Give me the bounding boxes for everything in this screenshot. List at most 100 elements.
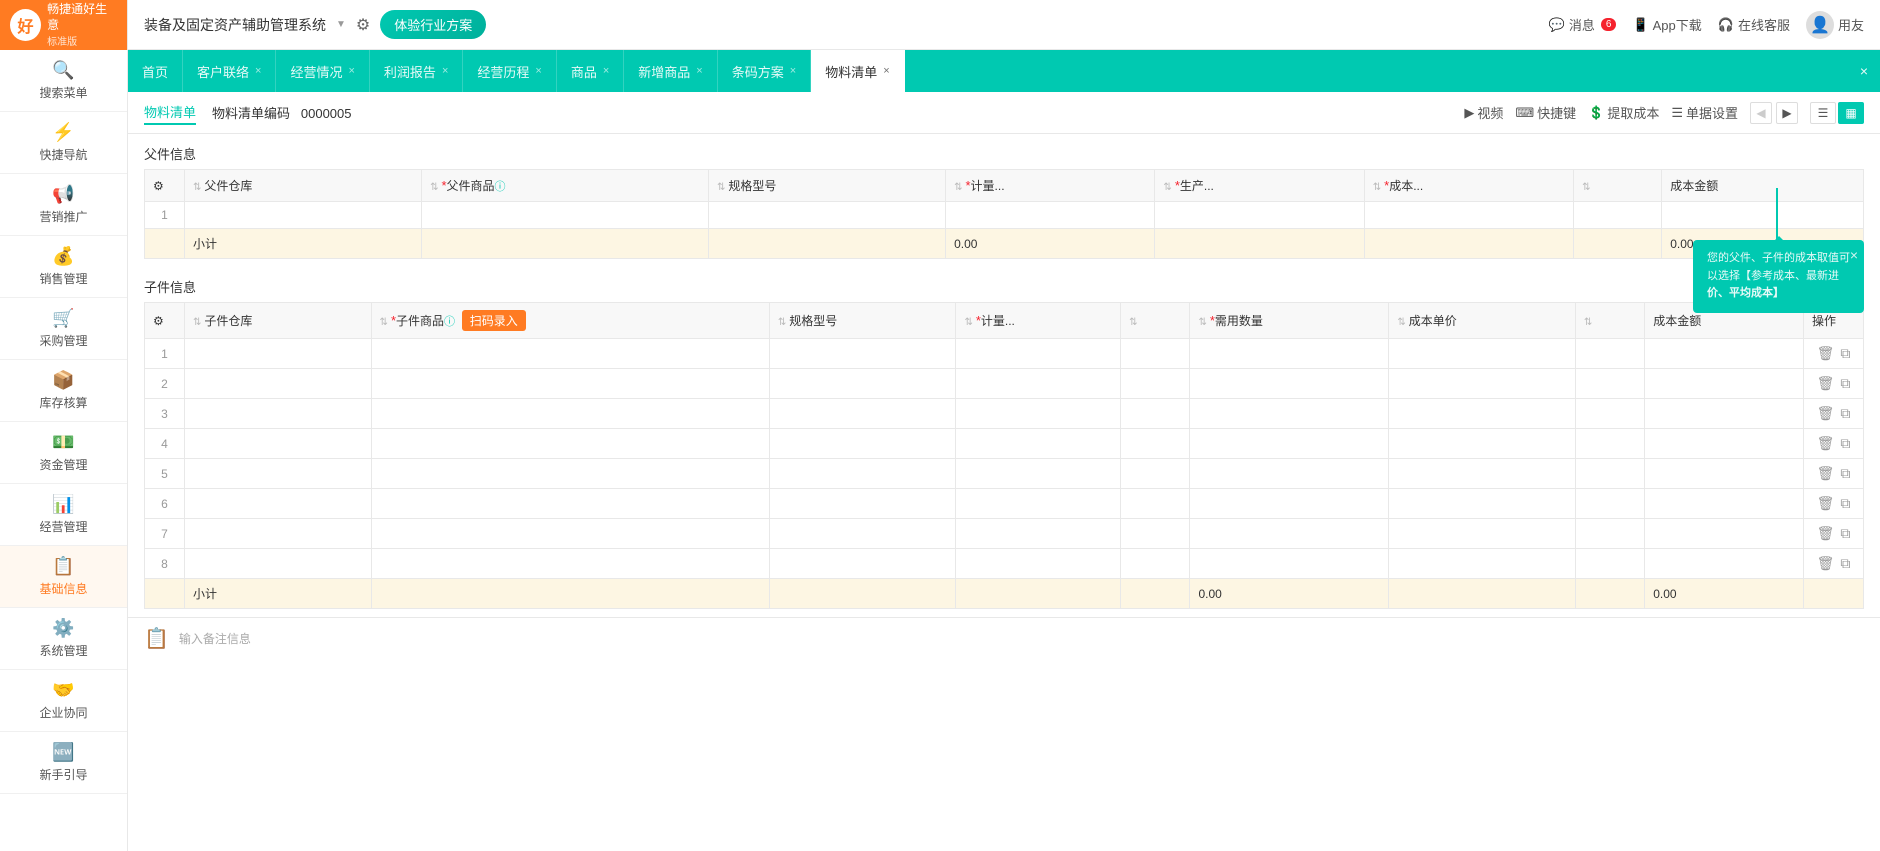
- child-row-spec[interactable]: [769, 429, 956, 459]
- tab-home[interactable]: 首页: [128, 50, 183, 92]
- child-row-unit-price[interactable]: [1389, 429, 1576, 459]
- sidebar-item-marketing[interactable]: 📢 营销推广: [0, 174, 127, 236]
- child-row-unit[interactable]: [956, 459, 1121, 489]
- child-row-warehouse[interactable]: [185, 339, 372, 369]
- tab-customer-close[interactable]: ×: [255, 65, 261, 77]
- child-row-qty[interactable]: [1190, 519, 1389, 549]
- topbar-user[interactable]: 👤 用友: [1806, 11, 1864, 39]
- tab-operations[interactable]: 经营情况 ×: [276, 50, 369, 92]
- child-row-warehouse[interactable]: [185, 459, 372, 489]
- copy-icon[interactable]: ⧉: [1840, 435, 1850, 452]
- tab-goods[interactable]: 商品 ×: [557, 50, 624, 92]
- child-row-warehouse[interactable]: [185, 399, 372, 429]
- parent-row-1-warehouse[interactable]: [185, 202, 422, 229]
- child-row-qty[interactable]: [1190, 339, 1389, 369]
- child-row-qty[interactable]: [1190, 399, 1389, 429]
- child-row-qty[interactable]: [1190, 429, 1389, 459]
- child-row-unit-price[interactable]: [1389, 489, 1576, 519]
- copy-icon[interactable]: ⧉: [1840, 465, 1850, 482]
- tab-barcode-close[interactable]: ×: [790, 65, 796, 77]
- tab-new-goods[interactable]: 新增商品 ×: [624, 50, 717, 92]
- child-row-goods[interactable]: [371, 429, 769, 459]
- sidebar-item-operations[interactable]: 📊 经营管理: [0, 484, 127, 546]
- next-arrow[interactable]: ▶: [1776, 102, 1798, 124]
- trial-button[interactable]: 体验行业方案: [380, 10, 486, 39]
- tab-customer[interactable]: 客户联络 ×: [183, 50, 276, 92]
- delete-icon[interactable]: 🗑: [1817, 465, 1835, 482]
- cost-btn[interactable]: 💲 提取成本: [1588, 103, 1659, 122]
- topbar-settings-icon[interactable]: ⚙: [356, 15, 370, 35]
- parent-row-1-prod[interactable]: [1155, 202, 1364, 229]
- child-row-unit-price[interactable]: [1389, 369, 1576, 399]
- system-dropdown-arrow[interactable]: ▼: [336, 19, 346, 30]
- tab-profit[interactable]: 利润报告 ×: [370, 50, 463, 92]
- child-th-settings[interactable]: ⚙: [145, 303, 185, 339]
- tab-barcode[interactable]: 条码方案 ×: [718, 50, 811, 92]
- child-row-warehouse[interactable]: [185, 429, 372, 459]
- child-row-unit[interactable]: [956, 399, 1121, 429]
- child-row-unit[interactable]: [956, 519, 1121, 549]
- child-row-goods[interactable]: [371, 549, 769, 579]
- child-row-unit-price[interactable]: [1389, 399, 1576, 429]
- sub-tab-bom[interactable]: 物料清单: [144, 100, 196, 125]
- child-row-goods[interactable]: [371, 399, 769, 429]
- copy-icon[interactable]: ⧉: [1840, 345, 1850, 362]
- child-row-unit[interactable]: [956, 429, 1121, 459]
- prev-arrow[interactable]: ◀: [1750, 102, 1772, 124]
- child-row-unit[interactable]: [956, 549, 1121, 579]
- topbar-online-service[interactable]: 🎧 在线客服: [1718, 15, 1790, 34]
- tab-bom-close[interactable]: ×: [883, 65, 889, 77]
- child-row-spec[interactable]: [769, 459, 956, 489]
- child-row-spec[interactable]: [769, 339, 956, 369]
- grid-view-btn[interactable]: ☰: [1810, 102, 1836, 124]
- child-row-goods[interactable]: [371, 459, 769, 489]
- delete-icon[interactable]: 🗑: [1817, 345, 1835, 362]
- sidebar-item-guide[interactable]: 🆕 新手引导: [0, 732, 127, 794]
- scan-input-btn[interactable]: 扫码录入: [462, 310, 526, 331]
- delete-icon[interactable]: 🗑: [1817, 405, 1835, 422]
- topbar-app-download[interactable]: 📱 App下载: [1632, 15, 1701, 34]
- child-row-unit[interactable]: [956, 339, 1121, 369]
- list-view-btn[interactable]: ▦: [1838, 102, 1864, 124]
- child-row-warehouse[interactable]: [185, 549, 372, 579]
- child-row-qty[interactable]: [1190, 549, 1389, 579]
- copy-icon[interactable]: ⧉: [1840, 405, 1850, 422]
- parent-row-1-spec[interactable]: [709, 202, 946, 229]
- child-row-goods[interactable]: [371, 489, 769, 519]
- copy-icon[interactable]: ⧉: [1840, 495, 1850, 512]
- child-row-qty[interactable]: [1190, 489, 1389, 519]
- shortcut-btn[interactable]: ⌨ 快捷键: [1515, 103, 1576, 122]
- child-row-qty[interactable]: [1190, 369, 1389, 399]
- sidebar-item-system[interactable]: ⚙️ 系统管理: [0, 608, 127, 670]
- delete-icon[interactable]: 🗑: [1817, 555, 1835, 572]
- tab-history-close[interactable]: ×: [535, 65, 541, 77]
- child-row-unit-price[interactable]: [1389, 339, 1576, 369]
- sidebar-item-quick-nav[interactable]: ⚡ 快捷导航: [0, 112, 127, 174]
- sidebar-item-finance[interactable]: 💵 资金管理: [0, 422, 127, 484]
- child-row-goods[interactable]: [371, 369, 769, 399]
- child-row-warehouse[interactable]: [185, 369, 372, 399]
- sidebar-item-basics[interactable]: 📋 基础信息: [0, 546, 127, 608]
- copy-icon[interactable]: ⧉: [1840, 525, 1850, 542]
- delete-icon[interactable]: 🗑: [1817, 495, 1835, 512]
- child-row-unit-price[interactable]: [1389, 459, 1576, 489]
- view-btn[interactable]: ▶ 视频: [1464, 103, 1503, 122]
- tab-history[interactable]: 经营历程 ×: [463, 50, 556, 92]
- tooltip-close-btn[interactable]: ×: [1850, 244, 1858, 266]
- tab-new-goods-close[interactable]: ×: [696, 65, 702, 77]
- child-row-goods[interactable]: [371, 339, 769, 369]
- child-row-spec[interactable]: [769, 489, 956, 519]
- sidebar-item-search[interactable]: 🔍 搜索菜单: [0, 50, 127, 112]
- copy-icon[interactable]: ⧉: [1840, 555, 1850, 572]
- tab-goods-close[interactable]: ×: [603, 65, 609, 77]
- child-row-spec[interactable]: [769, 519, 956, 549]
- tab-profit-close[interactable]: ×: [442, 65, 448, 77]
- parent-row-1-unit[interactable]: [946, 202, 1155, 229]
- parent-row-1-goods[interactable]: [422, 202, 709, 229]
- tab-operations-close[interactable]: ×: [348, 65, 354, 77]
- tab-bom[interactable]: 物料清单 ×: [811, 50, 904, 92]
- child-row-unit[interactable]: [956, 489, 1121, 519]
- single-settings-btn[interactable]: ☰ 单据设置: [1671, 103, 1738, 122]
- topbar-messages[interactable]: 💬 消息 6: [1549, 15, 1617, 34]
- parent-row-1-cost[interactable]: [1364, 202, 1573, 229]
